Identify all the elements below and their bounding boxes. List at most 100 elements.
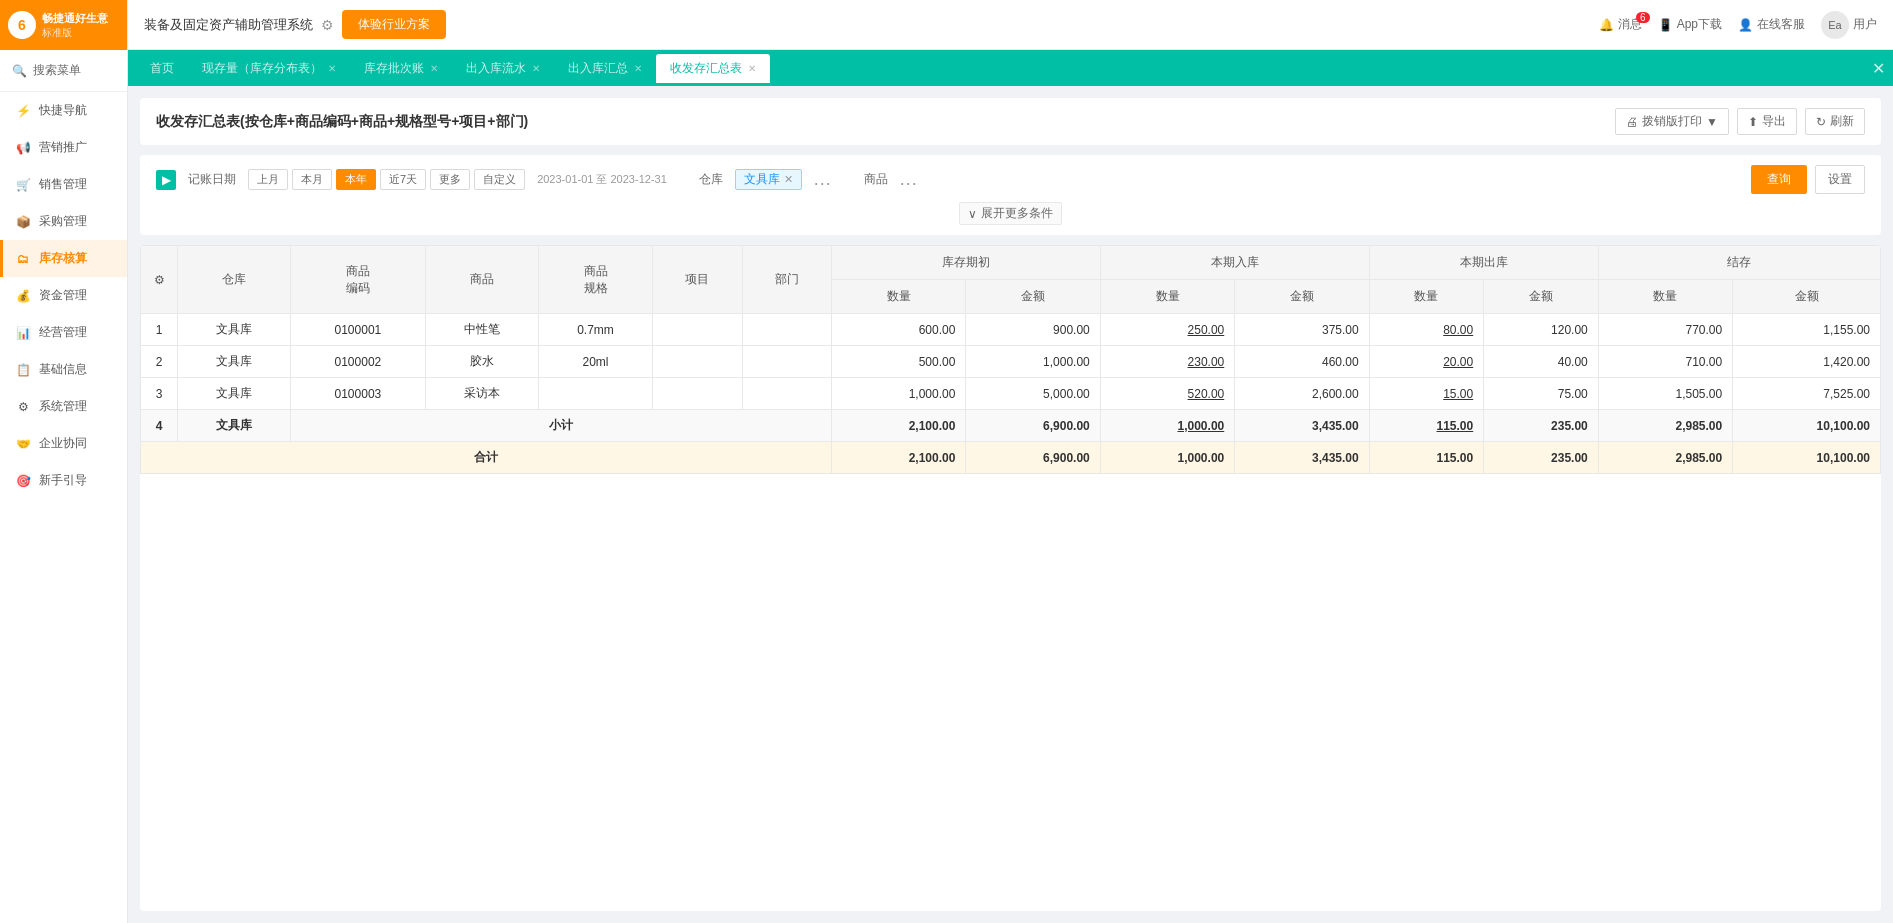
th-in-stock: 本期入库 <box>1100 246 1369 280</box>
sidebar-item-system[interactable]: ⚙系统管理 <box>0 388 127 425</box>
sidebar-item-sales[interactable]: 🛒销售管理 <box>0 166 127 203</box>
guide-icon: 🎯 <box>15 473 31 489</box>
sidebar-label-basic: 基础信息 <box>39 361 87 378</box>
export-button[interactable]: ⬆ 导出 <box>1737 108 1797 135</box>
cell-code: 0100001 <box>291 314 425 346</box>
tab-close-icon[interactable]: ✕ <box>430 63 438 74</box>
sidebar-item-basic[interactable]: 📋基础信息 <box>0 351 127 388</box>
date-range-text: 2023-01-01 至 2023-12-31 <box>537 172 667 187</box>
page-top-bar: 收发存汇总表(按仓库+商品编码+商品+规格型号+项目+部门) 🖨 拨销版打印 ▼… <box>140 98 1881 145</box>
marketing-icon: 📢 <box>15 140 31 156</box>
tab-close-icon[interactable]: ✕ <box>748 63 756 74</box>
sidebar-item-marketing[interactable]: 📢营销推广 <box>0 129 127 166</box>
cell-out-amt: 40.00 <box>1484 346 1599 378</box>
app-download-label: App下载 <box>1677 16 1722 33</box>
user-menu[interactable]: Ea 用户 <box>1821 11 1877 39</box>
print-button[interactable]: 🖨 拨销版打印 ▼ <box>1615 108 1729 135</box>
search-menu-link[interactable]: 🔍 搜索菜单 <box>8 58 119 83</box>
query-button[interactable]: 查询 <box>1751 165 1807 194</box>
table-row: 3 文具库 0100003 采访本 1,000.00 5,000.00 520.… <box>141 378 1881 410</box>
logo-icon: 6 <box>8 11 36 39</box>
filter-settings-button[interactable]: 设置 <box>1815 165 1865 194</box>
sidebar-label-quick-nav: 快捷导航 <box>39 102 87 119</box>
date-btn-近7天[interactable]: 近7天 <box>380 169 426 190</box>
service-icon: 👤 <box>1738 18 1753 32</box>
tab-close-icon[interactable]: ✕ <box>328 63 336 74</box>
expand-conditions-button[interactable]: ∨ 展开更多条件 <box>959 202 1062 225</box>
tab-close-icon[interactable]: ✕ <box>532 63 540 74</box>
search-icon: 🔍 <box>12 64 27 78</box>
cell-in-qty[interactable]: 250.00 <box>1100 314 1234 346</box>
cell-code: 0100002 <box>291 346 425 378</box>
experience-button[interactable]: 体验行业方案 <box>342 10 446 39</box>
tab-close-icon[interactable]: ✕ <box>634 63 642 74</box>
tab-label: 出入库汇总 <box>568 60 628 77</box>
sidebar-label-inventory: 库存核算 <box>39 250 87 267</box>
warehouse-tag-text: 文具库 <box>744 171 780 188</box>
operation-icon: 📊 <box>15 325 31 341</box>
cell-dept <box>742 378 831 410</box>
sidebar-logo: 6 畅捷通好生意 标准版 <box>0 0 127 50</box>
quick-nav-icon: ⚡ <box>15 103 31 119</box>
cell-in-qty[interactable]: 520.00 <box>1100 378 1234 410</box>
th-in-qty: 数量 <box>1100 280 1234 314</box>
inventory-table: ⚙ 仓库 商品编码 商品 商品规格 项目 部门 库存期初 本期入库 本期出库 结… <box>140 245 1881 474</box>
cell-project <box>653 346 742 378</box>
sidebar-item-inventory[interactable]: 🗂库存核算 <box>0 240 127 277</box>
cell-code: 0100003 <box>291 378 425 410</box>
tab-库存批次账[interactable]: 库存批次账✕ <box>350 54 452 83</box>
cell-out-qty[interactable]: 80.00 <box>1369 314 1484 346</box>
sidebar-item-operation[interactable]: 📊经营管理 <box>0 314 127 351</box>
date-btn-更多[interactable]: 更多 <box>430 169 470 190</box>
cell-in-qty[interactable]: 230.00 <box>1100 346 1234 378</box>
system-title: 装备及固定资产辅助管理系统 <box>144 16 313 34</box>
cell-dept <box>742 314 831 346</box>
tab-出入库流水[interactable]: 出入库流水✕ <box>452 54 554 83</box>
goods-more-btn[interactable]: ... <box>900 169 918 190</box>
sidebar-label-system: 系统管理 <box>39 398 87 415</box>
sidebar-item-purchase[interactable]: 📦采购管理 <box>0 203 127 240</box>
cell-out-qty[interactable]: 15.00 <box>1369 378 1484 410</box>
sidebar-item-finance[interactable]: 💰资金管理 <box>0 277 127 314</box>
page-title: 收发存汇总表(按仓库+商品编码+商品+规格型号+项目+部门) <box>156 113 528 131</box>
sidebar-item-quick-nav[interactable]: ⚡ 快捷导航 <box>0 92 127 129</box>
date-btn-本年[interactable]: 本年 <box>336 169 376 190</box>
cell-spec <box>538 378 653 410</box>
sub-in-qty[interactable]: 1,000.00 <box>1100 410 1234 442</box>
app-download-link[interactable]: 📱 App下载 <box>1658 16 1722 33</box>
print-dropdown-icon: ▼ <box>1706 115 1718 129</box>
total-out-qty: 115.00 <box>1369 442 1484 474</box>
tab-现存量-库存分布表-[interactable]: 现存量（库存分布表）✕ <box>188 54 350 83</box>
phone-icon: 📱 <box>1658 18 1673 32</box>
sub-bal-qty: 2,985.00 <box>1598 410 1732 442</box>
tab-收发存汇总表[interactable]: 收发存汇总表✕ <box>656 54 770 83</box>
close-all-tabs-button[interactable]: ✕ <box>1872 59 1885 78</box>
goods-filter-label: 商品 <box>864 171 888 188</box>
sidebar-item-guide[interactable]: 🎯新手引导 <box>0 462 127 499</box>
tab-出入库汇总[interactable]: 出入库汇总 ✕ <box>554 54 656 83</box>
total-bal-qty: 2,985.00 <box>1598 442 1732 474</box>
tabs-bar: 首页现存量（库存分布表）✕库存批次账✕出入库流水✕出入库汇总✕收发存汇总表✕✕ <box>128 50 1893 86</box>
print-icon: 🖨 <box>1626 115 1638 129</box>
notification-bell[interactable]: 🔔 消息 6 <box>1599 16 1642 33</box>
refresh-button[interactable]: ↻ 刷新 <box>1805 108 1865 135</box>
date-btn-自定义[interactable]: 自定义 <box>474 169 525 190</box>
sub-out-qty[interactable]: 115.00 <box>1369 410 1484 442</box>
tab-首页[interactable]: 首页 <box>136 54 188 83</box>
sidebar-item-collab[interactable]: 🤝企业协同 <box>0 425 127 462</box>
filter-panel: ▶ 记账日期 上月本月本年近7天更多自定义 2023-01-01 至 2023-… <box>140 155 1881 235</box>
notification-badge: 6 <box>1636 12 1650 23</box>
date-btn-本月[interactable]: 本月 <box>292 169 332 190</box>
warehouse-tag[interactable]: 文具库 ✕ <box>735 169 802 190</box>
total-out-amt: 235.00 <box>1484 442 1599 474</box>
th-settings[interactable]: ⚙ <box>141 246 178 314</box>
filter-collapse-btn[interactable]: ▶ <box>156 170 176 190</box>
cell-out-qty[interactable]: 20.00 <box>1369 346 1484 378</box>
online-service-link[interactable]: 👤 在线客服 <box>1738 16 1805 33</box>
refresh-icon: ↻ <box>1816 115 1826 129</box>
settings-icon[interactable]: ⚙ <box>321 17 334 33</box>
subtotal-row: 4 文具库 小计 2,100.00 6,900.00 1,000.00 3,43… <box>141 410 1881 442</box>
warehouse-more-btn[interactable]: ... <box>814 169 832 190</box>
warehouse-tag-close[interactable]: ✕ <box>784 173 793 186</box>
date-btn-上月[interactable]: 上月 <box>248 169 288 190</box>
